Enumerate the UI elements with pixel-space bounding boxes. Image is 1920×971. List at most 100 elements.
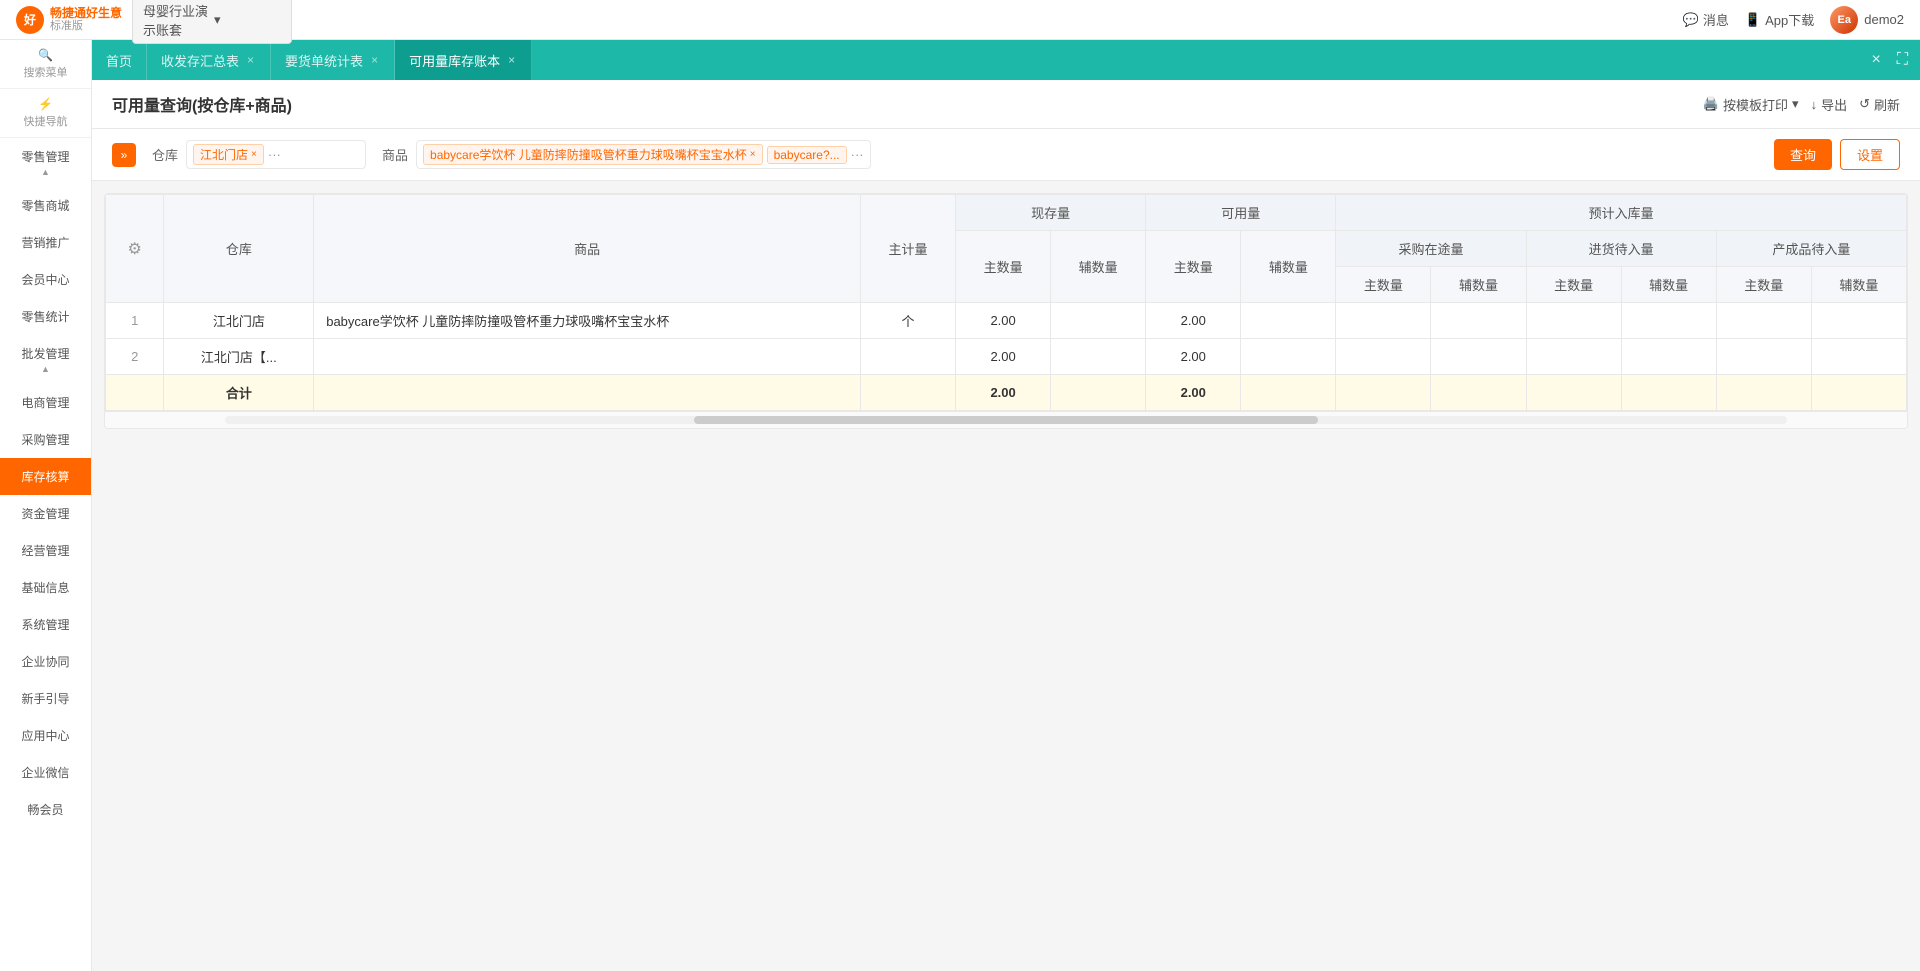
product-tag-area[interactable]: babycare学饮杯 儿童防摔防撞吸管杯重力球吸嘴杯宝宝水杯 × babyca… [416, 140, 871, 169]
product-filter-group: 商品 babycare学饮杯 儿童防摔防撞吸管杯重力球吸嘴杯宝宝水杯 × bab… [382, 140, 871, 169]
print-label: 按模板打印 [1723, 95, 1788, 114]
top-bar: 好 畅捷通好生意 标准版 母婴行业演示账套 ▾ 💬 消息 📱 App下载 Ea … [0, 0, 1920, 40]
sidebar-item-retail-store[interactable]: 零售商城 [0, 187, 91, 224]
data-table: ⚙ 仓库 商品 主计量 现存量 可用量 预计入库量 主数量 辅数量 主数量 辅数… [105, 194, 1907, 411]
product-tag-1-close[interactable]: × [750, 149, 756, 160]
settings-btn[interactable]: 设置 [1840, 139, 1900, 170]
th-inbound-aux: 辅数量 [1621, 267, 1716, 303]
print-icon: 🖨️ [1703, 96, 1719, 112]
sidebar-item-retail-stats[interactable]: 零售统计 [0, 298, 91, 335]
th-finished-aux: 辅数量 [1811, 267, 1906, 303]
table-row: 2 江北门店【... 2.00 2.00 [106, 339, 1907, 375]
summary-inbound-main [1526, 375, 1621, 411]
industry-selector[interactable]: 母婴行业演示账套 ▾ [132, 0, 292, 44]
sidebar-quick-nav[interactable]: ⚡ 快捷导航 [0, 89, 91, 138]
warehouse-tag-area[interactable]: 江北门店 × ··· [186, 140, 366, 169]
th-avail-main: 主数量 [1146, 231, 1241, 303]
message-icon: 💬 [1683, 12, 1699, 28]
sidebar-item-operations[interactable]: 经营管理 [0, 532, 91, 569]
summary-finished-aux [1811, 375, 1906, 411]
th-stock-main: 主数量 [956, 231, 1051, 303]
sidebar-item-inventory[interactable]: 库存核算 [0, 458, 91, 495]
tab-receipts-label: 收发存汇总表 [161, 51, 239, 70]
product-tag-2-text: babycare?... [774, 148, 840, 162]
quick-nav-label: 快捷导航 [8, 113, 83, 129]
finance-label: 资金管理 [21, 505, 69, 522]
top-bar-right: 💬 消息 📱 App下载 Ea demo2 [1683, 6, 1904, 34]
summary-stock-main: 2.00 [956, 375, 1051, 411]
onboarding-label: 新手引导 [21, 690, 69, 707]
th-product: 商品 [314, 195, 861, 303]
filter-toggle-btn[interactable]: » [112, 143, 136, 167]
query-btn[interactable]: 查询 [1774, 139, 1832, 170]
sidebar-item-enterprise-wechat[interactable]: 企业微信 [0, 754, 91, 791]
basic-info-label: 基础信息 [21, 579, 69, 596]
print-btn[interactable]: 🖨️ 按模板打印 ▾ [1703, 95, 1799, 114]
user-area[interactable]: Ea demo2 [1830, 6, 1904, 34]
sidebar-item-member-center[interactable]: 会员中心 [0, 261, 91, 298]
refresh-btn[interactable]: ↺ 刷新 [1859, 95, 1900, 114]
sidebar-item-basic-info[interactable]: 基础信息 [0, 569, 91, 606]
th-settings[interactable]: ⚙ [106, 195, 164, 303]
tab-available-ledger-label: 可用量库存账本 [409, 51, 500, 70]
sidebar-search[interactable]: 🔍 搜索菜单 [0, 40, 91, 89]
page-header: 可用量查询(按仓库+商品) 🖨️ 按模板打印 ▾ ↓ 导出 ↺ 刷新 [92, 80, 1920, 129]
row1-avail-aux [1241, 303, 1336, 339]
warehouse-tag-close[interactable]: × [251, 149, 257, 160]
filter-area: » 仓库 江北门店 × ··· 商品 babycare学饮杯 儿童防摔防撞吸管杯… [92, 129, 1920, 181]
member-center-label: 会员中心 [21, 271, 69, 288]
tab-close-all-btn[interactable]: × [1867, 47, 1884, 73]
sidebar-item-vip-member[interactable]: 畅会员 [0, 791, 91, 828]
th-inbound-main: 主数量 [1526, 267, 1621, 303]
row2-warehouse: 江北门店【... [164, 339, 314, 375]
arrow-icon-2: ▲ [41, 364, 50, 374]
sidebar-item-marketing[interactable]: 营销推广 [0, 224, 91, 261]
row1-num: 1 [106, 303, 164, 339]
summary-label: 合计 [164, 375, 314, 411]
th-available: 可用量 [1146, 195, 1336, 231]
summary-avail-aux [1241, 375, 1336, 411]
row2-stock-aux [1051, 339, 1146, 375]
tab-receipts-summary[interactable]: 收发存汇总表 × [147, 40, 271, 80]
sidebar-item-finance[interactable]: 资金管理 [0, 495, 91, 532]
scrollbar-track[interactable] [225, 416, 1787, 424]
logo-subtext: 标准版 [50, 20, 122, 33]
sidebar-item-enterprise-collab[interactable]: 企业协同 [0, 643, 91, 680]
summary-inbound-aux [1621, 375, 1716, 411]
tab-home[interactable]: 首页 [92, 40, 147, 80]
app-download-btn[interactable]: 📱 App下载 [1745, 10, 1814, 29]
sidebar-item-system-mgmt[interactable]: 系统管理 [0, 606, 91, 643]
summary-finished-main [1716, 375, 1811, 411]
warehouse-tag: 江北门店 × [193, 144, 264, 165]
tab-order-stats-close[interactable]: × [369, 51, 380, 69]
th-purchase-aux: 辅数量 [1431, 267, 1526, 303]
sidebar-item-retail-mgmt[interactable]: 零售管理 ▲ [0, 138, 91, 187]
row2-avail-aux [1241, 339, 1336, 375]
messages-btn[interactable]: 💬 消息 [1683, 10, 1729, 29]
tab-available-ledger[interactable]: 可用量库存账本 × [395, 40, 532, 80]
row2-avail-main: 2.00 [1146, 339, 1241, 375]
sidebar-item-wholesale-mgmt[interactable]: 批发管理 ▲ [0, 335, 91, 384]
sidebar-item-onboarding[interactable]: 新手引导 [0, 680, 91, 717]
user-initials: Ea [1838, 14, 1851, 26]
row1-purchase-main [1336, 303, 1431, 339]
retail-mgmt-label: 零售管理 [21, 148, 69, 165]
export-btn[interactable]: ↓ 导出 [1811, 95, 1848, 114]
tab-receipts-close[interactable]: × [245, 51, 256, 69]
tab-order-stats[interactable]: 要货单统计表 × [271, 40, 395, 80]
main-content: 可用量查询(按仓库+商品) 🖨️ 按模板打印 ▾ ↓ 导出 ↺ 刷新 » 仓库 [92, 80, 1920, 971]
user-avatar: Ea [1830, 6, 1858, 34]
row2-inbound-main [1526, 339, 1621, 375]
warehouse-filter-group: 仓库 江北门店 × ··· [152, 140, 366, 169]
tab-available-ledger-close[interactable]: × [506, 51, 517, 69]
row1-product: babycare学饮杯 儿童防摔防撞吸管杯重力球吸嘴杯宝宝水杯 [314, 303, 861, 339]
sidebar-item-ecommerce[interactable]: 电商管理 [0, 384, 91, 421]
inventory-label: 库存核算 [21, 468, 69, 485]
sidebar-item-app-center[interactable]: 应用中心 [0, 717, 91, 754]
messages-label: 消息 [1703, 10, 1729, 29]
warehouse-ellipsis: ··· [268, 147, 281, 162]
sidebar-item-purchase-mgmt[interactable]: 采购管理 [0, 421, 91, 458]
summary-purchase-aux [1431, 375, 1526, 411]
row2-finished-aux [1811, 339, 1906, 375]
tab-expand-btn[interactable]: ⛶ [1893, 47, 1912, 73]
